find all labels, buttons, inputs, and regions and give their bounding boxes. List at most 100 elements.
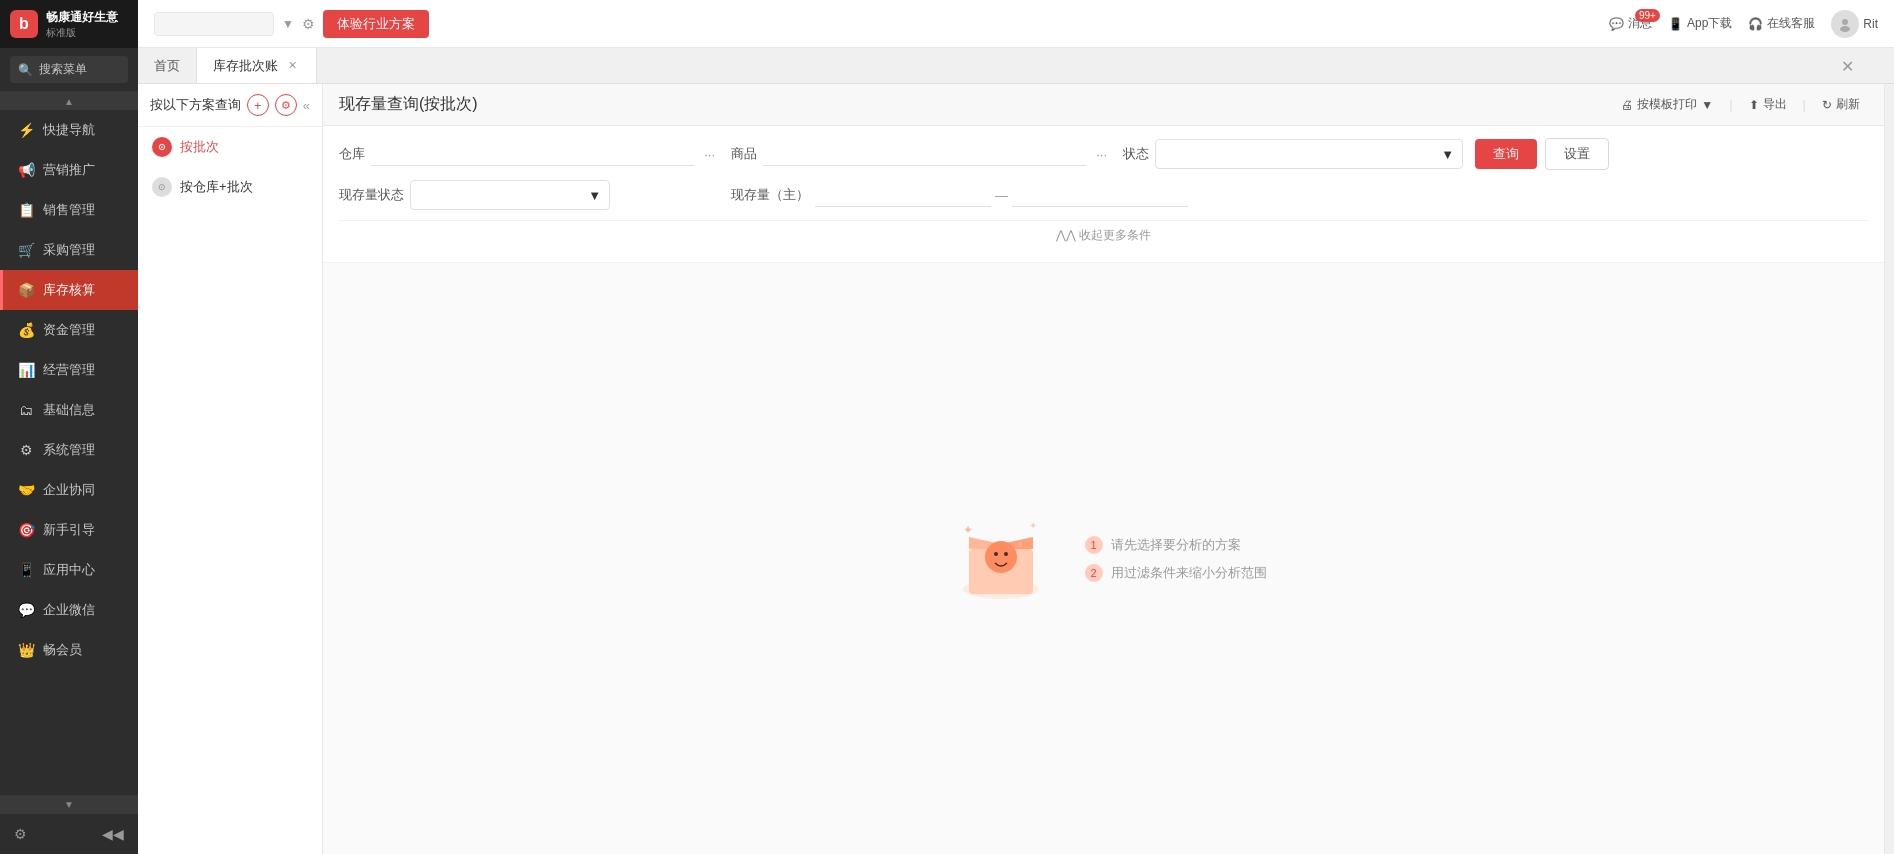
version-label: 标准版 — [46, 26, 128, 40]
app-logo: b — [10, 10, 38, 38]
empty-illustration: ✦ ✦ ✦ — [941, 499, 1061, 619]
print-button[interactable]: 🖨 按模板打印 ▼ — [1613, 92, 1721, 117]
empty-hint-2: 2 用过滤条件来缩小分析范围 — [1085, 564, 1267, 582]
apps-icon: 📱 — [17, 561, 35, 579]
user-profile-action[interactable]: Rit — [1831, 10, 1878, 38]
hint-1-num: 1 — [1085, 536, 1103, 554]
sidebar-item-newbie[interactable]: 🎯 新手引导 — [0, 510, 138, 550]
tab-bar-close-button[interactable]: ✕ — [1841, 56, 1854, 75]
sidebar-scroll-down[interactable]: ▼ — [0, 795, 138, 813]
settings-button[interactable]: 设置 — [1545, 138, 1609, 170]
sidebar-item-basics[interactable]: 🗂 基础信息 — [0, 390, 138, 430]
sidebar-item-marketing[interactable]: 📢 营销推广 — [0, 150, 138, 190]
sidebar-item-operations[interactable]: 📊 经营管理 — [0, 350, 138, 390]
status-select[interactable]: ▼ — [1155, 139, 1463, 169]
trial-button[interactable]: 体验行业方案 — [323, 10, 429, 38]
settings-footer-button[interactable]: ⚙ — [10, 822, 31, 846]
main-area: ▼ ⚙ 体验行业方案 💬 消息 99+ 📱 App下载 🎧 在线客服 Ri — [138, 0, 1894, 854]
plan-item-by-warehouse-batch[interactable]: ⊙ 按仓库+批次 — [138, 167, 322, 207]
user-name-label: Rit — [1863, 17, 1878, 31]
sidebar-label-newbie: 新手引导 — [43, 521, 95, 539]
sidebar-search-area: 🔍 搜索菜单 — [0, 48, 138, 92]
header-divider-2: | — [1803, 97, 1806, 112]
sidebar-item-finance[interactable]: 💰 资金管理 — [0, 310, 138, 350]
message-icon: 💬 — [1609, 17, 1624, 31]
svg-point-1 — [1840, 26, 1850, 32]
refresh-icon: ↻ — [1822, 98, 1832, 112]
headset-icon: 🎧 — [1748, 17, 1763, 31]
inventory-status-label: 现存量状态 — [339, 186, 404, 204]
product-input[interactable] — [763, 142, 1086, 166]
settings-plan-button[interactable]: ⚙ — [275, 94, 297, 116]
collapse-panel-icon[interactable]: « — [303, 98, 310, 113]
inventory-qty-max[interactable] — [1012, 183, 1188, 207]
finance-icon: 💰 — [17, 321, 35, 339]
basics-icon: 🗂 — [17, 401, 35, 419]
filter-row-1: 仓库 ··· 商品 ··· 状态 ▼ — [339, 138, 1868, 170]
refresh-button[interactable]: ↻ 刷新 — [1814, 92, 1868, 117]
phone-icon: 📱 — [1668, 17, 1683, 31]
inventory-qty-min[interactable] — [815, 183, 991, 207]
plan-item-by-batch[interactable]: ⊙ 按批次 — [138, 127, 322, 167]
product-more-icon[interactable]: ··· — [1092, 147, 1111, 162]
messages-action[interactable]: 💬 消息 99+ — [1609, 15, 1652, 32]
sidebar-header-text: 畅康通好生意 标准版 — [46, 9, 128, 40]
by-batch-icon: ⊙ — [152, 137, 172, 157]
refresh-label: 刷新 — [1836, 96, 1860, 113]
sidebar-label-basics: 基础信息 — [43, 401, 95, 419]
svg-point-4 — [985, 541, 1017, 573]
header-chevron-icon[interactable]: ▼ — [282, 17, 294, 31]
collapse-more-button[interactable]: ⋀⋀ 收起更多条件 — [339, 220, 1868, 250]
empty-state: ✦ ✦ ✦ 1 请先选择要分析的方案 2 用过滤条件来缩小分析范围 — [323, 263, 1884, 854]
hint-1-text: 请先选择要分析的方案 — [1111, 536, 1241, 554]
sales-icon: 📋 — [17, 201, 35, 219]
sidebar-item-apps[interactable]: 📱 应用中心 — [0, 550, 138, 590]
inventory-qty-label: 现存量（主） — [731, 186, 809, 204]
marketing-icon: 📢 — [17, 161, 35, 179]
sidebar-item-enterprise[interactable]: 🤝 企业协同 — [0, 470, 138, 510]
print-dropdown-icon[interactable]: ▼ — [1701, 98, 1713, 112]
warehouse-label: 仓库 — [339, 145, 365, 163]
right-scrollbar[interactable] — [1884, 84, 1894, 854]
online-service-label: 在线客服 — [1767, 15, 1815, 32]
tab-home[interactable]: 首页 — [138, 48, 197, 83]
filter-plan-header-label: 按以下方案查询 — [150, 96, 241, 114]
sidebar-item-inventory[interactable]: 📦 库存核算 — [0, 270, 138, 310]
svg-point-6 — [1004, 552, 1008, 556]
export-label: 导出 — [1763, 96, 1787, 113]
collapse-sidebar-button[interactable]: ◀◀ — [98, 822, 128, 846]
svg-point-5 — [994, 552, 998, 556]
query-button[interactable]: 查询 — [1475, 139, 1537, 169]
sidebar-label-member: 畅会员 — [43, 641, 82, 659]
sidebar-label-apps: 应用中心 — [43, 561, 95, 579]
export-button[interactable]: ⬆ 导出 — [1741, 92, 1795, 117]
top-search-input[interactable] — [154, 12, 274, 36]
sidebar-item-member[interactable]: 👑 畅会员 — [0, 630, 138, 670]
by-warehouse-batch-label: 按仓库+批次 — [180, 178, 253, 196]
sidebar-item-sales[interactable]: 📋 销售管理 — [0, 190, 138, 230]
content-area: 按以下方案查询 + ⚙ « ⊙ 按批次 ⊙ 按仓库+批次 现存量查询(按批次) — [138, 84, 1894, 854]
tab-close-icon[interactable]: ✕ — [284, 58, 300, 74]
sidebar-item-system[interactable]: ⚙ 系统管理 — [0, 430, 138, 470]
by-batch-label: 按批次 — [180, 138, 219, 156]
action-buttons: 查询 设置 — [1475, 138, 1609, 170]
sidebar-item-wechat[interactable]: 💬 企业微信 — [0, 590, 138, 630]
search-menu-button[interactable]: 🔍 搜索菜单 — [10, 56, 128, 83]
warehouse-more-icon[interactable]: ··· — [700, 147, 719, 162]
tab-inventory-batch[interactable]: 库存批次账 ✕ — [197, 48, 317, 83]
header-gear-icon[interactable]: ⚙ — [302, 16, 315, 32]
online-service-action[interactable]: 🎧 在线客服 — [1748, 15, 1815, 32]
by-warehouse-batch-icon: ⊙ — [152, 177, 172, 197]
empty-text-area: 1 请先选择要分析的方案 2 用过滤条件来缩小分析范围 — [1085, 536, 1267, 582]
inventory-status-select[interactable]: ▼ — [410, 180, 610, 210]
app-download-action[interactable]: 📱 App下载 — [1668, 15, 1732, 32]
sidebar-scroll-up[interactable]: ▲ — [0, 92, 138, 110]
sidebar: b 畅康通好生意 标准版 🔍 搜索菜单 ▲ ⚡ 快捷导航 📢 营销推广 📋 销售… — [0, 0, 138, 854]
sidebar-label-finance: 资金管理 — [43, 321, 95, 339]
add-plan-button[interactable]: + — [247, 94, 269, 116]
sidebar-item-quick-nav[interactable]: ⚡ 快捷导航 — [0, 110, 138, 150]
svg-point-0 — [1842, 19, 1848, 25]
sidebar-item-purchase[interactable]: 🛒 采购管理 — [0, 230, 138, 270]
inventory-status-filter-group: 现存量状态 ▼ — [339, 180, 719, 210]
warehouse-input[interactable] — [371, 142, 694, 166]
